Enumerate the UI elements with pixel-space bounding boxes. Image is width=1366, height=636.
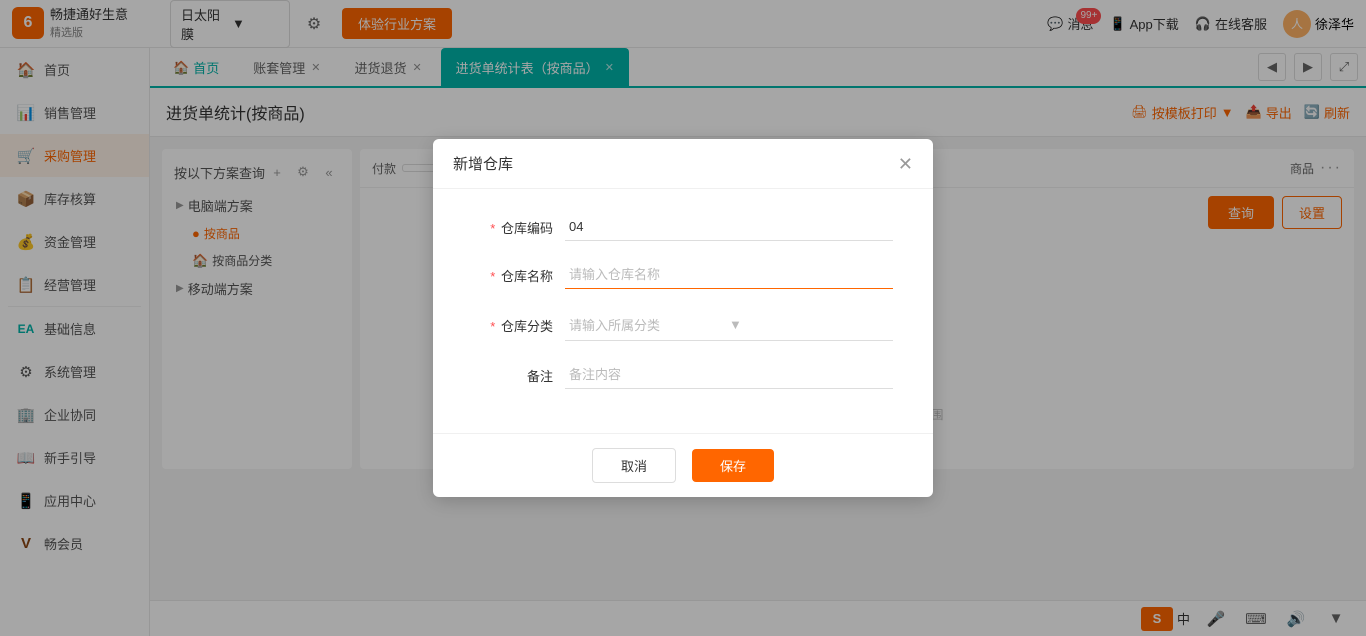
form-row-remark: 备注 [473,361,893,389]
code-input[interactable] [565,213,893,241]
dialog-title: 新增仓库 [453,153,513,174]
form-row-category: * 仓库分类 请输入所属分类 ▼ [473,309,893,341]
dialog-header: 新增仓库 ✕ [433,139,933,189]
category-dropdown-icon: ▼ [729,317,889,332]
code-label: * 仓库编码 [473,218,553,237]
category-label: * 仓库分类 [473,316,553,335]
dialog-body: * 仓库编码 * 仓库名称 * 仓库分类 请输入 [433,189,933,433]
remark-label: 备注 [473,366,553,385]
save-button[interactable]: 保存 [692,449,774,482]
dialog-close-button[interactable]: ✕ [898,155,913,173]
form-row-name: * 仓库名称 [473,261,893,289]
add-warehouse-dialog: 新增仓库 ✕ * 仓库编码 * 仓库名称 [433,139,933,497]
modal-overlay: 新增仓库 ✕ * 仓库编码 * 仓库名称 [0,0,1366,636]
category-select[interactable]: 请输入所属分类 ▼ [565,309,893,341]
name-input[interactable] [565,261,893,289]
category-placeholder: 请输入所属分类 [569,315,729,334]
name-label: * 仓库名称 [473,266,553,285]
cancel-button[interactable]: 取消 [592,448,676,483]
remark-input[interactable] [565,361,893,389]
form-row-code: * 仓库编码 [473,213,893,241]
dialog-footer: 取消 保存 [433,433,933,497]
